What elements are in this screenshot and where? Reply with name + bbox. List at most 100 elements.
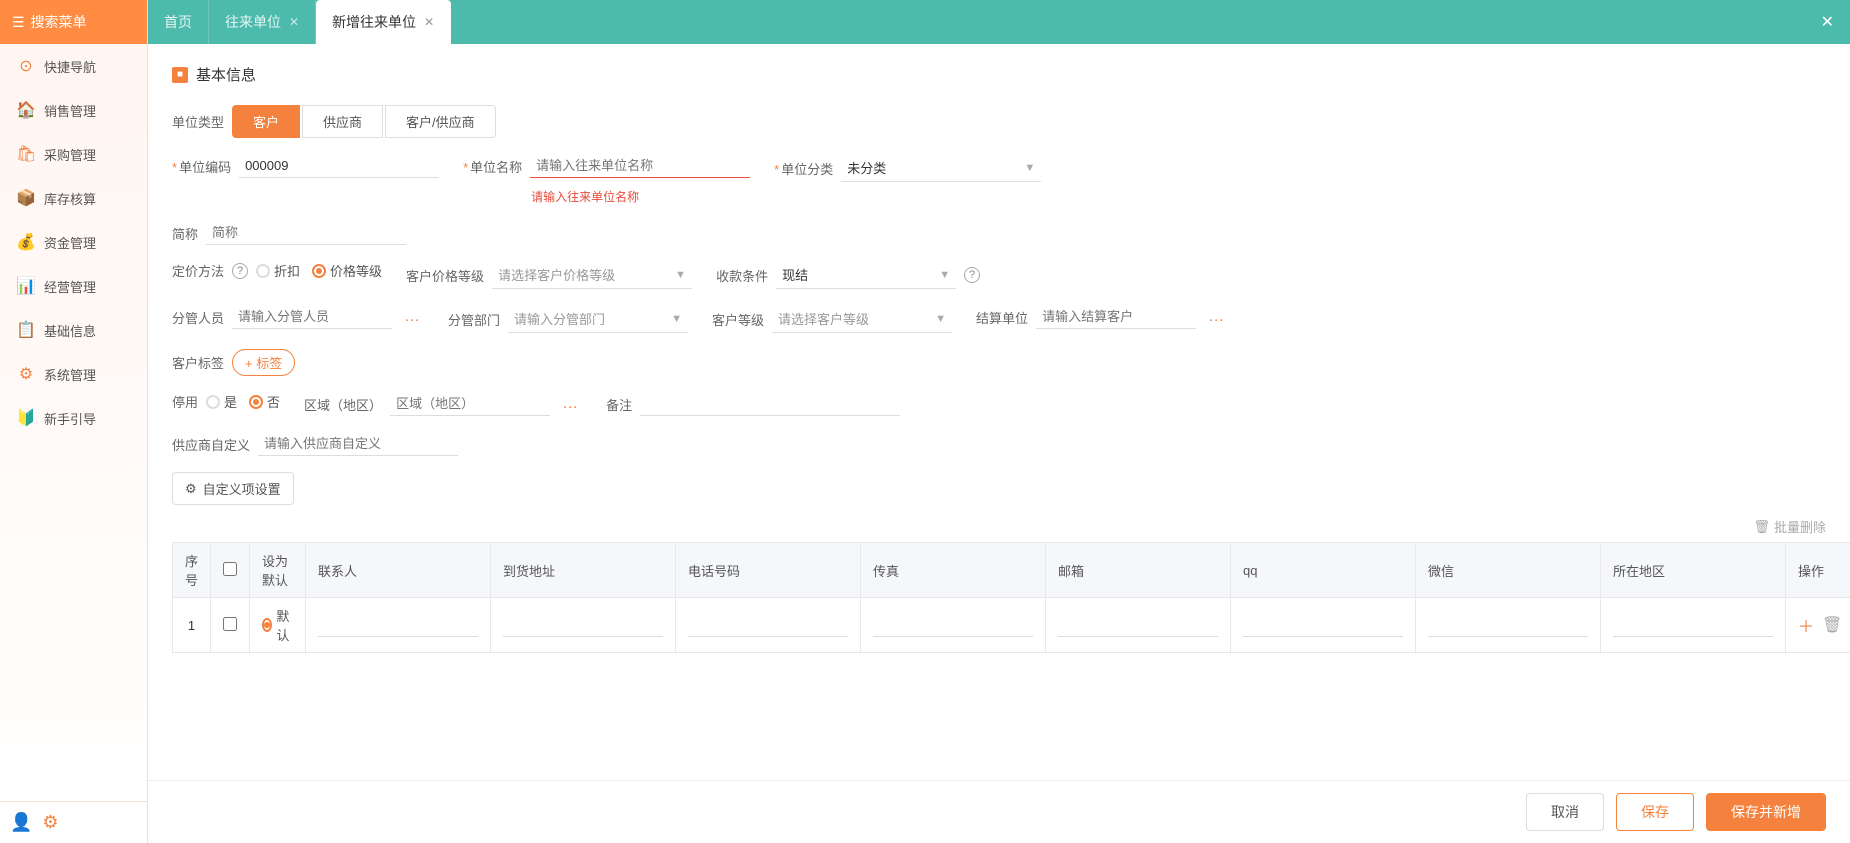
remark-input[interactable] bbox=[640, 392, 900, 416]
row-checkbox[interactable] bbox=[223, 617, 237, 631]
user-icon[interactable]: 👤 bbox=[10, 812, 32, 833]
select-all-checkbox[interactable] bbox=[223, 562, 237, 576]
row-qq-input[interactable] bbox=[1243, 613, 1403, 637]
tab-new-partner-close[interactable]: ✕ bbox=[424, 15, 434, 29]
row-add-button[interactable]: ＋ bbox=[1798, 613, 1814, 637]
short-name-input[interactable] bbox=[206, 221, 406, 245]
unit-type-button-group: 客户 供应商 客户/供应商 bbox=[232, 105, 496, 138]
customer-level-select[interactable]: 请选择客户等级 ▼ bbox=[772, 305, 952, 333]
type-btn-supplier[interactable]: 供应商 bbox=[302, 105, 383, 138]
unit-code-label: *单位编码 bbox=[172, 157, 231, 176]
row-fax-cell[interactable] bbox=[861, 598, 1046, 653]
remark-label: 备注 bbox=[606, 395, 632, 414]
radio-yes-label: 是 bbox=[224, 392, 237, 411]
tab-partners-close[interactable]: ✕ bbox=[289, 15, 299, 29]
section-icon: ■ bbox=[172, 67, 188, 83]
tab-new-partner[interactable]: 新增往来单位 ✕ bbox=[316, 0, 451, 44]
sidebar-item-purchase[interactable]: 🛍 采购管理 bbox=[0, 132, 147, 176]
sidebar-item-system[interactable]: ⚙ 系统管理 bbox=[0, 352, 147, 396]
radio-discount[interactable]: 折扣 bbox=[256, 261, 300, 280]
row-contact-cell[interactable] bbox=[306, 598, 491, 653]
col-action: 操作 bbox=[1786, 543, 1850, 598]
settlement-unit-input[interactable] bbox=[1036, 305, 1196, 329]
unit-category-field: *单位分类 未分类 ▼ bbox=[774, 154, 1041, 182]
col-phone: 电话号码 bbox=[676, 543, 861, 598]
department-select[interactable]: 请输入分管部门 ▼ bbox=[508, 305, 688, 333]
unit-code-input[interactable] bbox=[239, 154, 439, 178]
row-wechat-cell[interactable] bbox=[1416, 598, 1601, 653]
row-contact-input[interactable] bbox=[318, 613, 478, 637]
cancel-button[interactable]: 取消 bbox=[1526, 793, 1604, 831]
col-fax: 传真 bbox=[861, 543, 1046, 598]
tab-partners[interactable]: 往来单位 ✕ bbox=[209, 0, 316, 44]
quick-nav-icon: ⊙ bbox=[16, 56, 36, 76]
type-btn-both[interactable]: 客户/供应商 bbox=[385, 105, 496, 138]
type-btn-customer[interactable]: 客户 bbox=[232, 105, 300, 138]
sidebar-search[interactable]: ☰ 搜索菜单 bbox=[0, 0, 147, 44]
batch-delete-area: 🗑 批量删除 bbox=[172, 517, 1826, 536]
region-more-btn[interactable]: … bbox=[558, 395, 582, 413]
row-default-radio[interactable]: 默认 bbox=[262, 606, 293, 644]
chevron-down-icon4: ▼ bbox=[671, 313, 682, 325]
sidebar-item-finance[interactable]: 💰 资金管理 bbox=[0, 220, 147, 264]
unit-name-input[interactable] bbox=[530, 154, 750, 178]
custom-settings-button[interactable]: ⚙ 自定义项设置 bbox=[172, 472, 294, 505]
tag-add-button[interactable]: + 标签 bbox=[232, 349, 295, 376]
sidebar-item-basic[interactable]: 📋 基础信息 bbox=[0, 308, 147, 352]
row-region-input[interactable] bbox=[1613, 613, 1773, 637]
supplier-custom-label: 供应商自定义 bbox=[172, 435, 250, 454]
radio-discount-circle bbox=[256, 264, 270, 278]
col-wechat: 微信 bbox=[1416, 543, 1601, 598]
row-delete-button[interactable]: 🗑 bbox=[1822, 615, 1842, 635]
sidebar-item-label: 系统管理 bbox=[44, 365, 96, 384]
unit-category-value: 未分类 bbox=[847, 158, 886, 177]
customer-level-field: 客户等级 请选择客户等级 ▼ bbox=[712, 305, 952, 333]
row-fax-input[interactable] bbox=[873, 613, 1033, 637]
row-address-cell[interactable] bbox=[491, 598, 676, 653]
short-name-field: 简称 bbox=[172, 221, 406, 245]
row-wechat-input[interactable] bbox=[1428, 613, 1588, 637]
settings-icon[interactable]: ⚙ bbox=[42, 812, 58, 833]
row-email-input[interactable] bbox=[1058, 613, 1218, 637]
batch-delete-button[interactable]: 🗑 批量删除 bbox=[1753, 517, 1826, 536]
tab-home[interactable]: 首页 bbox=[148, 0, 209, 44]
region-label: 区域（地区） bbox=[304, 395, 382, 414]
payment-help-icon[interactable]: ? bbox=[964, 267, 980, 283]
tab-new-partner-label: 新增往来单位 bbox=[332, 12, 416, 32]
customer-tag-row: 客户标签 + 标签 bbox=[172, 349, 1826, 376]
unit-type-label: 单位类型 bbox=[172, 112, 224, 131]
radio-price-level[interactable]: 价格等级 bbox=[312, 261, 382, 280]
row-phone-input[interactable] bbox=[688, 613, 848, 637]
sidebar-item-quick-nav[interactable]: ⊙ 快捷导航 bbox=[0, 44, 147, 88]
region-input[interactable] bbox=[390, 392, 550, 416]
radio-no[interactable]: 否 bbox=[249, 392, 280, 411]
supplier-custom-input[interactable] bbox=[258, 432, 458, 456]
row-id: 1 bbox=[173, 598, 211, 653]
save-new-button[interactable]: 保存并新增 bbox=[1706, 793, 1826, 831]
unit-category-select[interactable]: 未分类 ▼ bbox=[841, 154, 1041, 182]
short-name-row: 简称 bbox=[172, 221, 1826, 245]
row-address-input[interactable] bbox=[503, 613, 663, 637]
sidebar-item-label: 快捷导航 bbox=[44, 57, 96, 76]
gear-icon: ⚙ bbox=[16, 364, 36, 384]
row-phone-cell[interactable] bbox=[676, 598, 861, 653]
row-email-cell[interactable] bbox=[1046, 598, 1231, 653]
sidebar-item-operations[interactable]: 📊 经营管理 bbox=[0, 264, 147, 308]
manager-input[interactable] bbox=[232, 305, 392, 329]
pricing-help-icon[interactable]: ? bbox=[232, 263, 248, 279]
row-region-cell[interactable] bbox=[1601, 598, 1786, 653]
save-button[interactable]: 保存 bbox=[1616, 793, 1694, 831]
sidebar-item-sales[interactable]: 🏠 销售管理 bbox=[0, 88, 147, 132]
close-all-button[interactable]: ✕ bbox=[1805, 12, 1850, 32]
sidebar-item-guide[interactable]: 🔰 新手引导 bbox=[0, 396, 147, 440]
payment-condition-select[interactable]: 现结 ▼ bbox=[776, 261, 956, 289]
row-qq-cell[interactable] bbox=[1231, 598, 1416, 653]
settings-gear-icon: ⚙ bbox=[185, 481, 197, 497]
customer-price-level-select[interactable]: 请选择客户价格等级 ▼ bbox=[492, 261, 692, 289]
radio-yes[interactable]: 是 bbox=[206, 392, 237, 411]
customer-tag-field: 客户标签 + 标签 bbox=[172, 349, 295, 376]
settlement-more-btn[interactable]: … bbox=[1204, 308, 1228, 326]
sidebar-item-inventory[interactable]: 📦 库存核算 bbox=[0, 176, 147, 220]
manager-more-btn[interactable]: … bbox=[400, 308, 424, 326]
chevron-down-icon3: ▼ bbox=[939, 269, 950, 281]
